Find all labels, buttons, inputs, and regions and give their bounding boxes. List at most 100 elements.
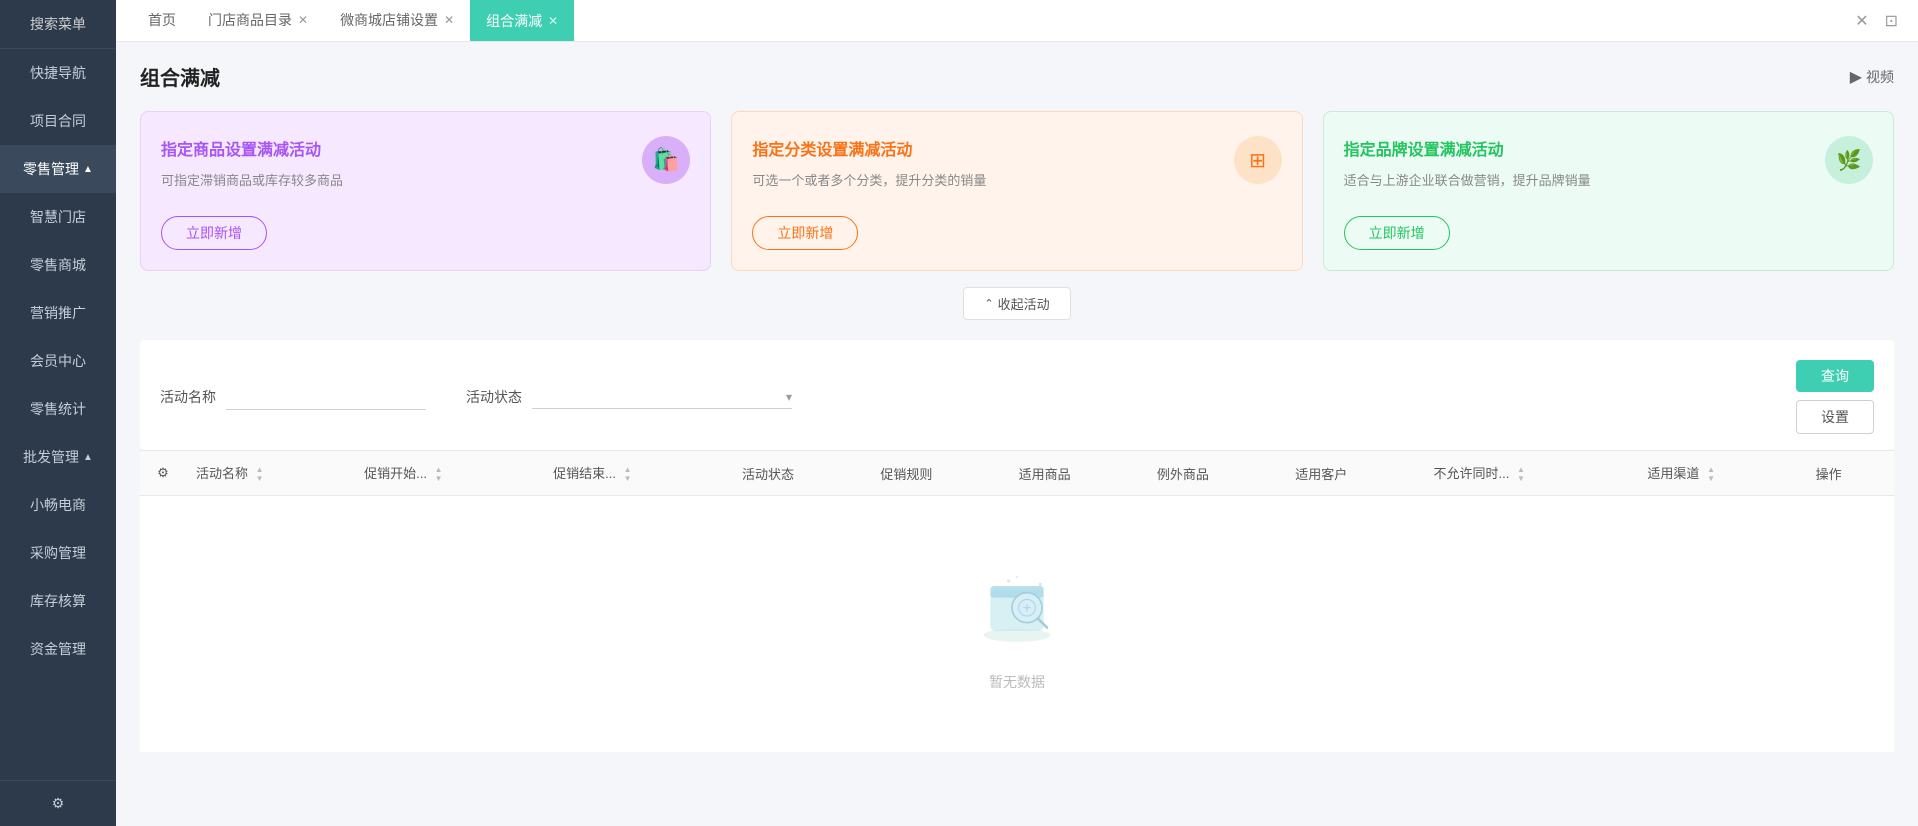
col-excluded-goods: 例外商品 [1147,451,1285,496]
product-discount-card: 🛍️ 指定商品设置满减活动 可指定滞销商品或库存较多商品 立即新增 [140,111,711,271]
col-status-label: 活动状态 [742,467,794,482]
tab-combo-discount-close[interactable]: ✕ [548,14,558,28]
collapse-bar: ⌃ 收起活动 [140,287,1894,320]
tab-store-products-close[interactable]: ✕ [298,13,308,27]
col-no-concurrent[interactable]: 不允许同时... ▲ ▼ [1424,451,1638,496]
activity-name-input[interactable] [226,385,426,410]
video-link[interactable]: ▶ 视频 [1850,67,1894,87]
activity-status-label: 活动状态 [466,387,522,407]
chevron-down-icon: ▾ [786,390,792,404]
sidebar-item-retail-mall[interactable]: 零售商城 [0,241,116,289]
col-applicable-channels[interactable]: 适用渠道 ▲ ▼ [1637,451,1805,496]
col-name-sort: ▲ ▼ [256,466,264,483]
page-title: 组合满减 [140,62,220,91]
query-button[interactable]: 查询 [1796,360,1874,392]
category-discount-title: 指定分类设置满减活动 [752,136,1281,160]
sidebar-settings-btn[interactable]: ⚙ [0,780,116,826]
tab-home-label: 首页 [148,10,176,30]
col-operation-label: 操作 [1816,467,1842,482]
col-promo-end[interactable]: 促销结束... ▲ ▼ [543,451,732,496]
brand-discount-card: 🌿 指定品牌设置满减活动 适合与上游企业联合做营销，提升品牌销量 立即新增 [1323,111,1894,271]
window-close-btn[interactable]: ✕ [1851,7,1872,35]
col-promo-rule-label: 促销规则 [880,467,932,482]
retail-mgmt-arrow-icon: ▲ [83,164,93,175]
col-no-concurrent-sort: ▲ ▼ [1517,466,1525,483]
brand-discount-icon: 🌿 [1825,136,1873,184]
sidebar-item-xiaochangec[interactable]: 小畅电商 [0,481,116,529]
col-promo-start[interactable]: 促销开始... ▲ ▼ [354,451,543,496]
col-name-label: 活动名称 [196,466,248,481]
empty-illustration [967,556,1067,656]
tab-home[interactable]: 首页 [132,0,192,41]
tab-bar-actions: ✕ ⊡ [1851,7,1902,35]
brand-discount-desc: 适合与上游企业联合做营销，提升品牌销量 [1344,170,1873,200]
sidebar-item-project-contract[interactable]: 项目合同 [0,97,116,145]
category-discount-desc: 可选一个或者多个分类，提升分类的销量 [752,170,1281,200]
sidebar-item-purchase-mgmt[interactable]: 采购管理 [0,529,116,577]
activity-status-field: 活动状态 ▾ [466,386,792,409]
activity-status-select[interactable]: ▾ [532,386,792,409]
tab-store-products[interactable]: 门店商品目录 ✕ [192,0,324,41]
empty-state: 暂无数据 [140,496,1894,752]
play-circle-icon: ▶ [1850,67,1862,87]
sidebar-item-member-center[interactable]: 会员中心 [0,337,116,385]
page-content: 组合满减 ▶ 视频 🛍️ 指定商品设置满减活动 可指定滞销商品或库存较多商品 立… [116,42,1918,826]
category-discount-icon: ⊞ [1234,136,1282,184]
col-promo-start-label: 促销开始... [364,466,427,481]
sidebar-item-quick-nav[interactable]: 快捷导航 [0,49,116,97]
brand-discount-title: 指定品牌设置满减活动 [1344,136,1873,160]
table-container: ⚙ 活动名称 ▲ ▼ 促销开始... [140,450,1894,752]
gear-icon: ⚙ [52,795,65,811]
filter-area: 活动名称 活动状态 ▾ 查询 设置 [140,340,1894,450]
col-applicable-channels-label: 适用渠道 [1647,466,1699,481]
col-applicable-channels-sort: ▲ ▼ [1707,466,1715,483]
sidebar-item-retail-mgmt[interactable]: 零售管理 ▲ [0,145,116,193]
wholesale-mgmt-arrow-icon: ▲ [83,452,93,463]
col-excluded-goods-label: 例外商品 [1157,467,1209,482]
product-discount-icon: 🛍️ [642,136,690,184]
col-gear[interactable]: ⚙ [140,451,186,496]
empty-text-label: 暂无数据 [989,672,1045,692]
tab-wechat-store-close[interactable]: ✕ [444,13,454,27]
category-discount-add-btn[interactable]: 立即新增 [752,216,858,250]
table-settings-icon[interactable]: ⚙ [157,465,169,481]
filter-actions: 查询 设置 [1796,360,1874,434]
tab-wechat-store-label: 微商城店铺设置 [340,10,438,30]
main-area: 首页 门店商品目录 ✕ 微商城店铺设置 ✕ 组合满减 ✕ ✕ ⊡ 组合满减 ▶ … [116,0,1918,826]
settings-button[interactable]: 设置 [1796,400,1874,434]
col-promo-start-sort: ▲ ▼ [435,466,443,483]
sidebar-item-inventory-check[interactable]: 库存核算 [0,577,116,625]
tab-bar: 首页 门店商品目录 ✕ 微商城店铺设置 ✕ 组合满减 ✕ ✕ ⊡ [116,0,1918,42]
collapse-btn-label: 收起活动 [998,294,1050,313]
sidebar-item-retail-stats[interactable]: 零售统计 [0,385,116,433]
brand-discount-add-btn[interactable]: 立即新增 [1344,216,1450,250]
tab-combo-discount-label: 组合满减 [486,11,542,31]
col-name[interactable]: 活动名称 ▲ ▼ [186,451,354,496]
tab-store-products-label: 门店商品目录 [208,10,292,30]
activity-name-label: 活动名称 [160,387,216,407]
sidebar-item-finance-mgmt[interactable]: 资金管理 [0,625,116,673]
tab-combo-discount[interactable]: 组合满减 ✕ [470,0,574,41]
tab-wechat-store[interactable]: 微商城店铺设置 ✕ [324,0,470,41]
col-status: 活动状态 [732,451,870,496]
col-operation: 操作 [1806,451,1894,496]
product-discount-desc: 可指定滞销商品或库存较多商品 [161,170,690,200]
col-applicable-goods: 适用商品 [1009,451,1147,496]
col-applicable-customers: 适用客户 [1285,451,1423,496]
sidebar-item-smart-store[interactable]: 智慧门店 [0,193,116,241]
category-discount-card: ⊞ 指定分类设置满减活动 可选一个或者多个分类，提升分类的销量 立即新增 [731,111,1302,271]
sidebar-item-marketing[interactable]: 营销推广 [0,289,116,337]
col-promo-end-sort: ▲ ▼ [624,466,632,483]
sidebar-item-wholesale-mgmt[interactable]: 批发管理 ▲ [0,433,116,481]
col-no-concurrent-label: 不允许同时... [1434,466,1510,481]
window-maximize-btn[interactable]: ⊡ [1881,7,1902,35]
page-header: 组合满减 ▶ 视频 [140,62,1894,91]
chevron-up-icon: ⌃ [984,297,993,310]
collapse-activities-btn[interactable]: ⌃ 收起活动 [963,287,1070,320]
col-promo-end-label: 促销结束... [553,466,616,481]
col-applicable-customers-label: 适用客户 [1295,467,1347,482]
filter-row: 活动名称 活动状态 ▾ 查询 设置 [160,360,1874,434]
product-discount-add-btn[interactable]: 立即新增 [161,216,267,250]
sidebar-search[interactable]: 搜索菜单 [0,0,116,49]
video-link-label: 视频 [1866,67,1894,87]
